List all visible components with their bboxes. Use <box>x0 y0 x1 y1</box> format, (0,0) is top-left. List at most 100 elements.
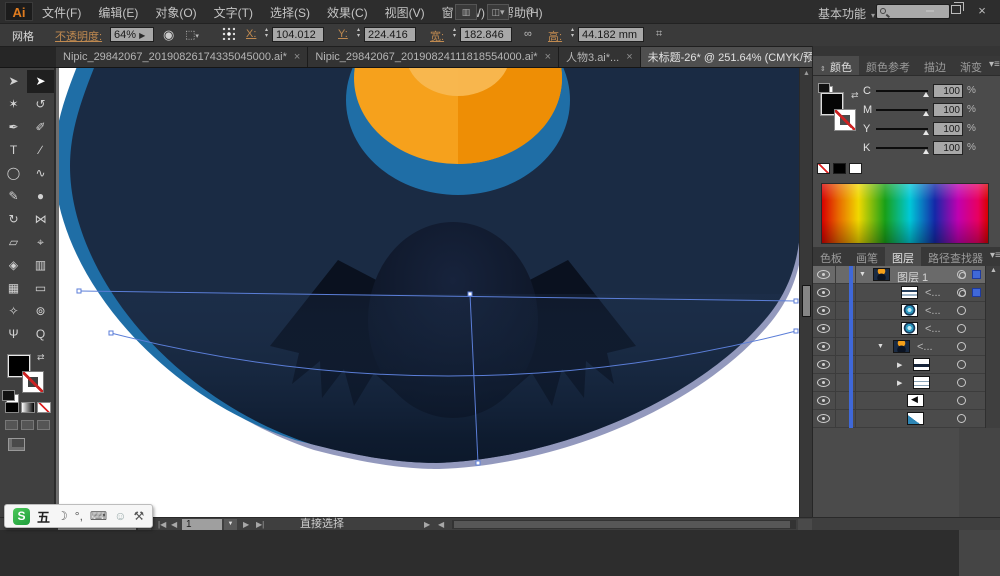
expand-icon[interactable]: ▼ <box>859 271 866 278</box>
tab-color[interactable]: ⇕ 颜色 <box>813 56 859 75</box>
menu-edit[interactable]: 编辑(E) <box>98 4 138 21</box>
selection-style-icon[interactable]: ⬚▾ <box>185 28 199 41</box>
lasso-tool[interactable]: ↺ <box>27 93 54 116</box>
workspace-switcher[interactable]: 基本功能 <box>818 5 875 22</box>
next-artboard-icon[interactable]: ▶ <box>243 519 249 530</box>
menu-object[interactable]: 对象(O) <box>155 4 196 21</box>
target-icon[interactable] <box>957 414 966 423</box>
puppet-warp-tool[interactable]: ⌖ <box>27 231 54 254</box>
cyan-slider-track[interactable] <box>876 90 928 92</box>
arrange-documents-icon[interactable]: ◫▾ <box>487 4 509 20</box>
pencil-tool[interactable]: ✎ <box>0 185 27 208</box>
cyan-value[interactable]: 100 <box>933 84 963 98</box>
layer-row-5[interactable]: ▼ <... <box>813 338 1000 356</box>
first-artboard-icon[interactable]: |◀ <box>158 519 166 530</box>
expand-icon[interactable]: ▶ <box>897 379 902 387</box>
layer-thumbnail[interactable] <box>901 322 918 335</box>
panel-menu-icon[interactable]: ▾≡ <box>989 56 1000 75</box>
target-icon[interactable] <box>957 270 966 279</box>
target-icon[interactable] <box>957 360 966 369</box>
none-mode-button[interactable] <box>37 402 51 413</box>
layer-row-4[interactable]: <... <box>813 320 1000 338</box>
layer-name[interactable]: <... <box>925 305 941 317</box>
tab-close-icon[interactable]: × <box>626 51 632 63</box>
opacity-mask-icon[interactable]: ◉ <box>163 27 174 43</box>
close-button[interactable]: × <box>972 3 992 19</box>
prev-artboard-icon[interactable]: ◀ <box>171 519 177 530</box>
draw-normal-button[interactable] <box>5 420 18 430</box>
yellow-value[interactable]: 100 <box>933 122 963 136</box>
visibility-eye-icon[interactable] <box>817 378 830 387</box>
rotate-tool[interactable]: ↻ <box>0 208 27 231</box>
horizontal-scrollbar-thumb[interactable] <box>454 521 790 528</box>
tab-gradient[interactable]: 渐变 <box>953 56 989 75</box>
target-icon[interactable] <box>957 306 966 315</box>
ime-mode-indicator[interactable]: 五 <box>37 507 50 526</box>
tab-pathfinder[interactable]: 路径查找器 <box>921 247 990 266</box>
ime-emoji-icon[interactable]: ☺ <box>114 509 126 523</box>
target-icon[interactable] <box>957 396 966 405</box>
magic-wand-tool[interactable]: ✶ <box>0 93 27 116</box>
y-label[interactable]: Y: <box>338 28 348 40</box>
default-fill-stroke-icon[interactable] <box>2 390 15 401</box>
draw-behind-button[interactable] <box>21 420 34 430</box>
magenta-slider-thumb[interactable] <box>923 111 929 116</box>
height-label[interactable]: 高: <box>548 28 562 44</box>
swap-colors-icon[interactable]: ⇄ <box>851 90 859 101</box>
magenta-value[interactable]: 100 <box>933 103 963 117</box>
hscroll-right-icon[interactable]: ◀ <box>438 519 444 530</box>
layer-name[interactable]: 图层 1 <box>897 269 928 285</box>
direct-selection-tool[interactable]: ➤ <box>27 70 54 93</box>
layer-thumbnail[interactable] <box>901 304 918 317</box>
height-spinner[interactable] <box>568 27 577 39</box>
tab-color-guide[interactable]: 颜色参考 <box>859 56 917 75</box>
visibility-eye-icon[interactable] <box>817 270 830 279</box>
zoom-tool[interactable]: Q <box>27 323 54 346</box>
layer-name[interactable]: <... <box>917 341 933 353</box>
tab-close-icon[interactable]: × <box>294 51 300 63</box>
eyedropper-tool[interactable]: ✧ <box>0 300 27 323</box>
blend-tool[interactable]: ⊚ <box>27 300 54 323</box>
ime-punctuation-icon[interactable]: °, <box>75 509 83 523</box>
document-tab-3[interactable]: 人物3.ai*... × <box>559 47 641 67</box>
visibility-eye-icon[interactable] <box>817 414 830 423</box>
black-slider-thumb[interactable] <box>923 149 929 154</box>
color-mode-button[interactable] <box>5 402 19 413</box>
mesh-tool[interactable]: ▦ <box>0 277 27 300</box>
menu-effect[interactable]: 效果(C) <box>327 4 368 21</box>
ime-toolbar[interactable]: S 五 ☽ °, ⌨ ☺ ⚒ <box>4 504 154 528</box>
artboard-dropdown-icon[interactable]: ▼ <box>224 519 237 530</box>
layer-row-1[interactable]: ▼ 图层 1 <box>813 266 1000 284</box>
layer-thumbnail[interactable] <box>901 286 918 299</box>
target-icon[interactable] <box>957 378 966 387</box>
document-tab-2[interactable]: Nipic_29842067_20190824111818554000.ai* × <box>308 47 560 67</box>
magenta-slider-track[interactable] <box>876 109 928 111</box>
none-swatch[interactable] <box>817 163 830 174</box>
layer-row-2[interactable]: <... <box>813 284 1000 302</box>
pen-tool[interactable]: ✒ <box>0 116 27 139</box>
ime-keyboard-icon[interactable]: ⌨ <box>90 509 107 523</box>
menu-file[interactable]: 文件(F) <box>42 4 81 21</box>
black-slider-track[interactable] <box>876 147 928 149</box>
layer-name[interactable]: <... <box>925 323 941 335</box>
menu-view[interactable]: 视图(V) <box>385 4 425 21</box>
tab-swatches[interactable]: 色板 <box>813 247 849 266</box>
width-label[interactable]: 宽: <box>430 28 444 44</box>
blob-brush-tool[interactable]: ● <box>27 185 54 208</box>
x-label[interactable]: X: <box>246 28 256 40</box>
x-spinner[interactable] <box>262 27 271 39</box>
type-tool[interactable]: T <box>0 139 27 162</box>
layers-scrollbar[interactable]: ▲ <box>985 266 1000 428</box>
layer-row-6[interactable]: ▶ <box>813 356 1000 374</box>
layer-thumbnail[interactable] <box>913 376 930 389</box>
layer-thumbnail[interactable] <box>873 268 890 281</box>
selection-tool[interactable]: ➤ <box>0 70 27 93</box>
ime-settings-wrench-icon[interactable]: ⚒ <box>134 509 145 523</box>
white-swatch[interactable] <box>849 163 862 174</box>
bridge-icon[interactable]: ▥ <box>455 4 477 20</box>
symbol-sprayer-tool[interactable]: ◈ <box>0 254 27 277</box>
gpu-performance-icon[interactable]: ⊘ <box>519 4 541 20</box>
width-value[interactable]: 182.846 <box>460 27 512 42</box>
visibility-eye-icon[interactable] <box>817 324 830 333</box>
minimize-button[interactable] <box>920 3 940 19</box>
